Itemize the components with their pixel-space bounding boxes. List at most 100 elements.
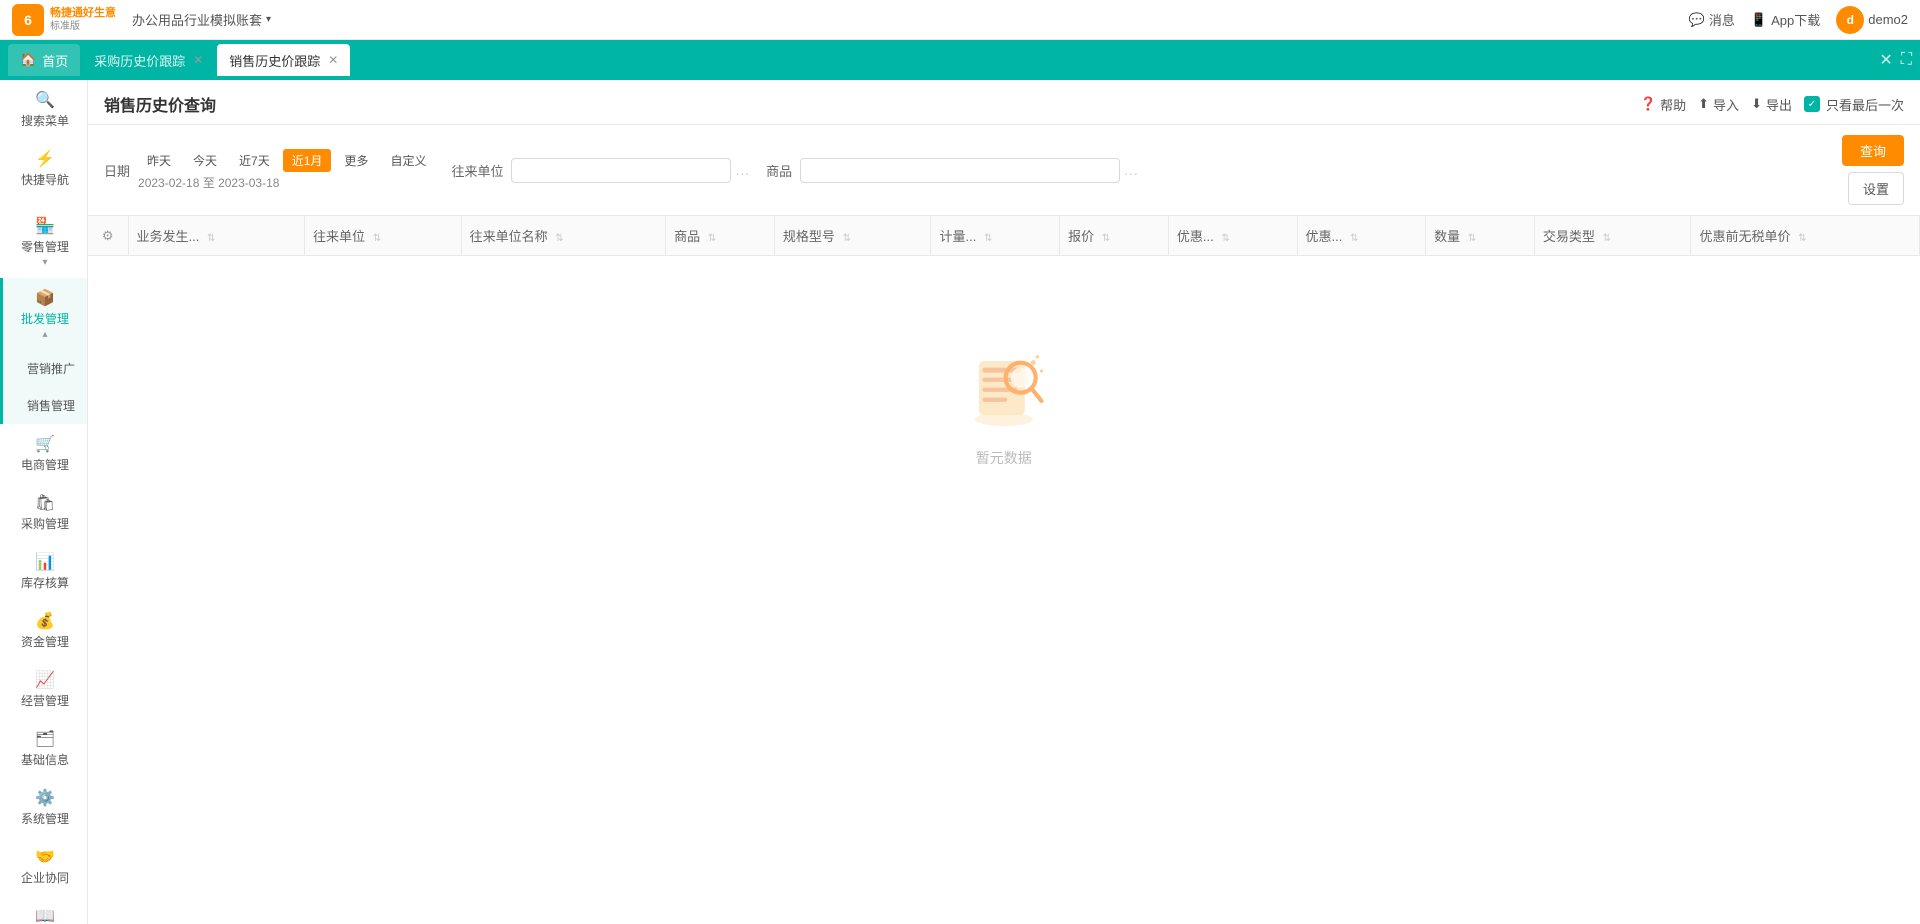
date-btn-yesterday[interactable]: 昨天 — [138, 149, 180, 172]
sort-pretax-price-icon[interactable]: ⇅ — [1798, 233, 1806, 244]
col-unit-code[interactable]: 往来单位 ⇅ — [305, 216, 462, 256]
retail-icon: 🏪 — [35, 216, 55, 236]
from-unit-input-group: ... — [511, 158, 750, 183]
workspace-selector[interactable]: 办公用品行业模拟账套 ▾ — [124, 6, 279, 33]
col-unit-name[interactable]: 往来单位名称 ⇅ — [461, 216, 665, 256]
sidebar-item-sales-mgmt[interactable]: 销售管理 — [15, 387, 87, 424]
date-btn-1month[interactable]: 近1月 — [283, 149, 332, 172]
sidebar-item-business[interactable]: 📈 经营管理 — [0, 660, 87, 719]
sidebar-item-ecommerce[interactable]: 🛒 电商管理 — [0, 424, 87, 483]
workspace-label: 办公用品行业模拟账套 — [132, 10, 262, 29]
date-btn-today[interactable]: 今天 — [184, 149, 226, 172]
col-trade-type[interactable]: 交易类型 ⇅ — [1534, 216, 1691, 256]
page-header: 销售历史价查询 ❓ 帮助 ⬆ 导入 ⬇ 导出 ✓ 只 — [88, 80, 1920, 125]
sidebar-item-system[interactable]: ⚙️ 系统管理 — [0, 778, 87, 837]
sidebar-item-purchase[interactable]: 🛍 采购管理 — [0, 483, 87, 542]
only-last-checkbox[interactable]: ✓ — [1804, 96, 1820, 112]
col-quoted-price[interactable]: 报价 ⇅ — [1060, 216, 1169, 256]
sidebar-item-guide[interactable]: 📖 新手引导 — [0, 896, 87, 924]
export-btn[interactable]: ⬇ 导出 — [1751, 95, 1792, 114]
sidebar-item-marketing[interactable]: 营销推广 — [15, 350, 87, 387]
topbar: 6 畅捷通好生意 标准版 办公用品行业模拟账套 ▾ 💬 消息 📱 App下载 d… — [0, 0, 1920, 40]
sidebar-item-finance[interactable]: 💰 资金管理 — [0, 601, 87, 660]
col-unit[interactable]: 计量... ⇅ — [931, 216, 1060, 256]
sort-quoted-price-icon[interactable]: ⇅ — [1102, 233, 1110, 244]
date-btn-7days[interactable]: 近7天 — [230, 149, 279, 172]
message-btn[interactable]: 💬 消息 — [1689, 10, 1735, 29]
app-download-btn[interactable]: 📱 App下载 — [1751, 10, 1820, 29]
settings-col-icon[interactable]: ⚙ — [96, 228, 120, 244]
from-unit-input[interactable] — [511, 158, 731, 183]
sort-unit-name-icon[interactable]: ⇅ — [555, 233, 563, 244]
wholesale-icon: 📦 — [35, 288, 55, 308]
tab-home[interactable]: 🏠 首页 — [8, 44, 80, 76]
sort-spec-icon[interactable]: ⇅ — [843, 233, 851, 244]
product-filter-group: 商品 ... — [766, 158, 1139, 183]
empty-text: 暂元数据 — [976, 448, 1032, 468]
help-icon: ❓ — [1640, 96, 1656, 112]
from-unit-filter-group: 往来单位 ... — [451, 158, 750, 183]
col-biz-date[interactable]: 业务发生... ⇅ — [128, 216, 305, 256]
message-icon: 💬 — [1689, 12, 1705, 28]
sort-unit-icon[interactable]: ⇅ — [984, 233, 992, 244]
date-btn-custom[interactable]: 自定义 — [381, 149, 435, 172]
logo-text: 畅捷通好生意 标准版 — [50, 6, 116, 33]
product-input[interactable] — [800, 158, 1120, 183]
product-input-group: ... — [800, 158, 1139, 183]
inventory-icon: 📊 — [35, 552, 55, 572]
close-sales-tab-icon[interactable]: ✕ — [328, 53, 338, 67]
date-col: 昨天 今天 近7天 近1月 更多 自定义 2023-02-18 至 2023-0… — [138, 149, 435, 191]
tab-sales-history[interactable]: 销售历史价跟踪 ✕ — [217, 44, 350, 76]
help-btn[interactable]: ❓ 帮助 — [1640, 95, 1686, 114]
sort-discount2-icon[interactable]: ⇅ — [1350, 233, 1358, 244]
checkmark-icon: ✓ — [1808, 99, 1816, 110]
col-spec[interactable]: 规格型号 ⇅ — [774, 216, 931, 256]
sort-quantity-icon[interactable]: ⇅ — [1468, 233, 1476, 244]
col-discount1[interactable]: 优惠... ⇅ — [1168, 216, 1297, 256]
sidebar-item-enterprise[interactable]: 🤝 企业协同 — [0, 837, 87, 896]
product-dots[interactable]: ... — [1124, 162, 1139, 178]
col-pretax-price[interactable]: 优惠前无税单价 ⇅ — [1691, 216, 1920, 256]
sort-discount1-icon[interactable]: ⇅ — [1221, 233, 1229, 244]
sidebar-item-quicknav[interactable]: ⚡ 快捷导航 — [0, 139, 87, 198]
fullscreen-icon[interactable]: ⛶ — [1901, 51, 1912, 69]
finance-icon: 💰 — [35, 611, 55, 631]
phone-icon: 📱 — [1751, 12, 1767, 28]
filter-area: 日期 昨天 今天 近7天 近1月 更多 自定义 2023-02-18 至 202… — [88, 125, 1920, 216]
sort-trade-type-icon[interactable]: ⇅ — [1603, 233, 1611, 244]
logo-area[interactable]: 6 畅捷通好生意 标准版 — [12, 4, 116, 36]
settings-button[interactable]: 设置 — [1848, 172, 1904, 205]
sidebar-item-basic[interactable]: 🗂 基础信息 — [0, 719, 87, 778]
page-actions: ❓ 帮助 ⬆ 导入 ⬇ 导出 ✓ 只看最后一次 — [1640, 95, 1904, 114]
user-area[interactable]: d demo2 — [1836, 6, 1908, 34]
sidebar-item-inventory[interactable]: 📊 库存核算 — [0, 542, 87, 601]
from-unit-dots[interactable]: ... — [735, 162, 750, 178]
col-product[interactable]: 商品 ⇅ — [666, 216, 775, 256]
sidebar-item-retail[interactable]: 🏪 零售管理 ▾ — [0, 206, 87, 278]
sort-unit-code-icon[interactable]: ⇅ — [373, 233, 381, 244]
table-header: ⚙ 业务发生... ⇅ 往来单位 ⇅ 往来单位名称 ⇅ — [88, 216, 1920, 256]
sidebar-item-search[interactable]: 🔍 搜索菜单 — [0, 80, 87, 139]
date-btn-more[interactable]: 更多 — [335, 149, 377, 172]
sort-biz-date-icon[interactable]: ⇅ — [207, 233, 215, 244]
business-icon: 📈 — [35, 670, 55, 690]
from-unit-label: 往来单位 — [451, 161, 503, 180]
empty-state-row: 暂元数据 — [88, 256, 1920, 549]
only-last-checkbox-area[interactable]: ✓ 只看最后一次 — [1804, 95, 1904, 114]
ecommerce-icon: 🛒 — [35, 434, 55, 454]
close-all-tabs-icon[interactable]: ✕ — [1879, 50, 1892, 70]
col-discount2[interactable]: 优惠... ⇅ — [1297, 216, 1426, 256]
query-button[interactable]: 查询 — [1842, 135, 1904, 166]
col-settings[interactable]: ⚙ — [88, 216, 128, 256]
table-body: 暂元数据 — [88, 256, 1920, 549]
sort-product-icon[interactable]: ⇅ — [708, 233, 716, 244]
sidebar-item-wholesale[interactable]: 📦 批发管理 ▴ — [0, 278, 87, 350]
import-btn[interactable]: ⬆ 导入 — [1698, 95, 1739, 114]
filter-right-actions: 查询 设置 — [1842, 135, 1904, 205]
guide-icon: 📖 — [35, 906, 55, 924]
col-quantity[interactable]: 数量 ⇅ — [1426, 216, 1535, 256]
date-buttons: 昨天 今天 近7天 近1月 更多 自定义 — [138, 149, 435, 172]
close-purchase-tab-icon[interactable]: ✕ — [193, 53, 203, 67]
tabbar: 🏠 首页 采购历史价跟踪 ✕ 销售历史价跟踪 ✕ ✕ ⛶ — [0, 40, 1920, 80]
tab-purchase-history[interactable]: 采购历史价跟踪 ✕ — [82, 44, 215, 76]
